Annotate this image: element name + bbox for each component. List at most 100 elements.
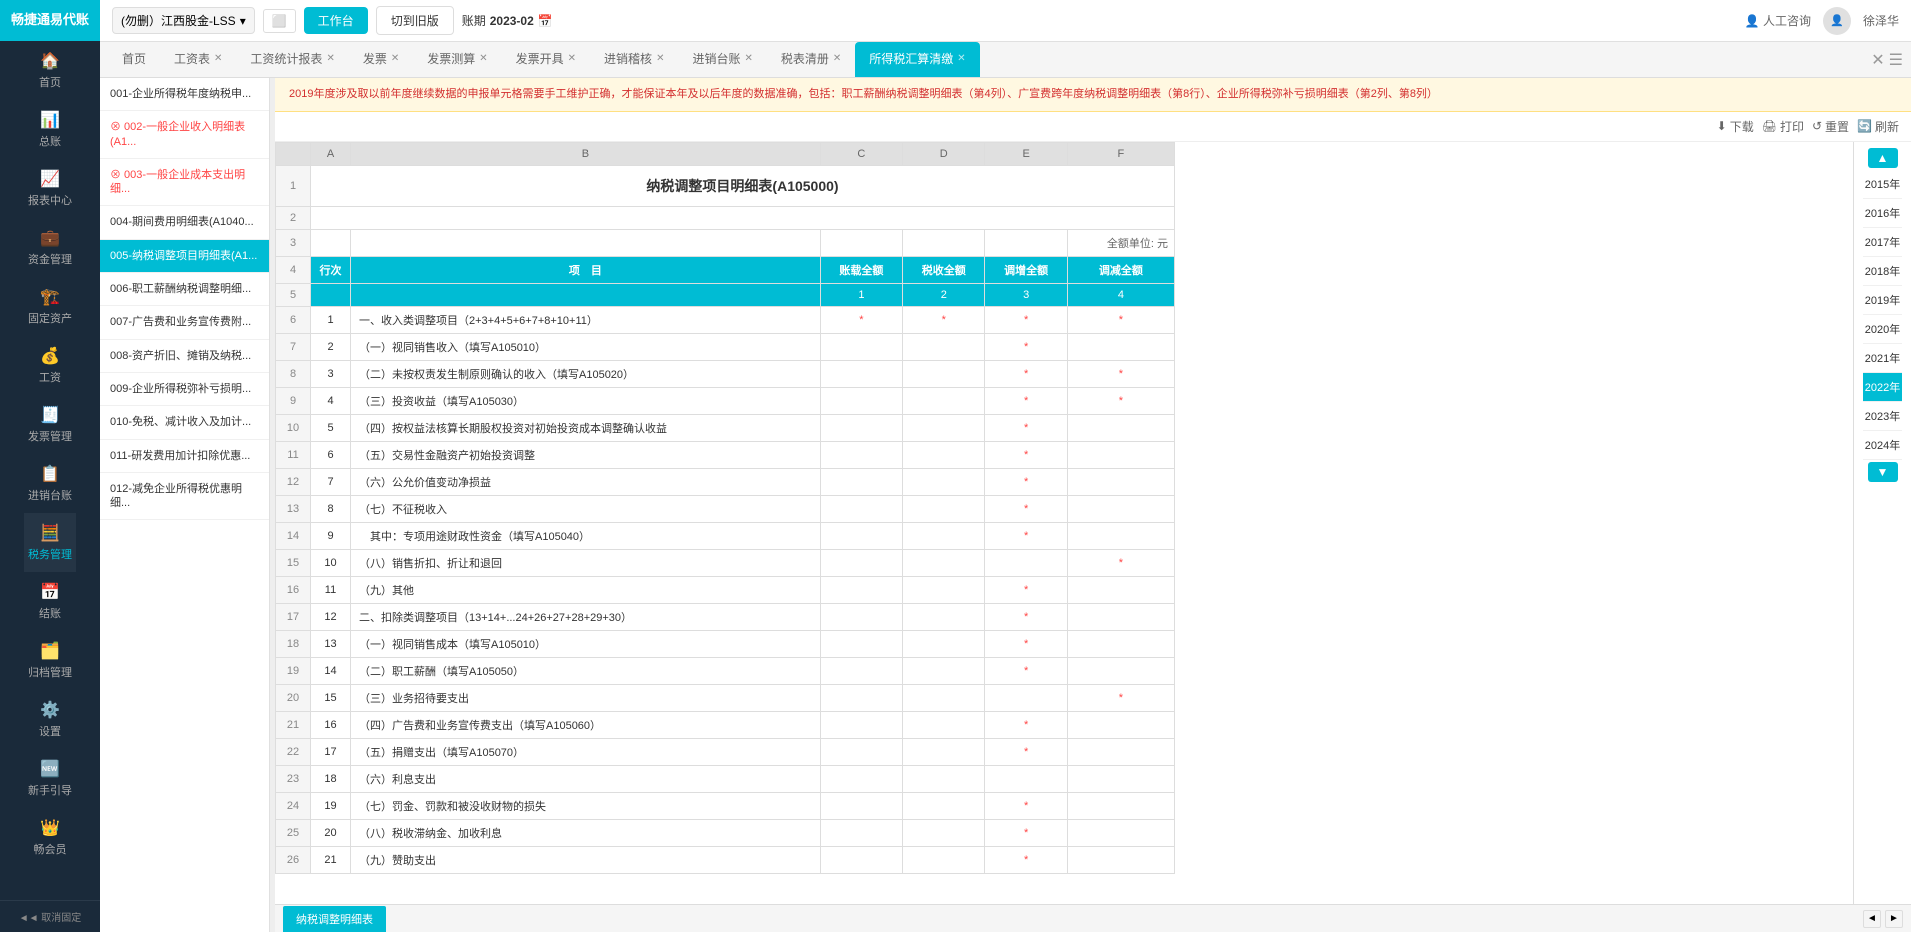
cell-12-1[interactable] — [820, 603, 902, 630]
sidebar-item-archive[interactable]: 🗂️归档管理 — [24, 631, 76, 690]
sidebar-item-salary[interactable]: 💰工资 — [24, 336, 76, 395]
calendar-icon[interactable]: 📅 — [538, 14, 553, 28]
cell-3-3[interactable]: * — [985, 360, 1067, 387]
tab-salary[interactable]: 工资表✕ — [160, 42, 236, 77]
cell-15-4[interactable]: * — [1067, 684, 1174, 711]
cell-11-3[interactable]: * — [985, 576, 1067, 603]
cell-14-3[interactable]: * — [985, 657, 1067, 684]
cell-13-3[interactable]: * — [985, 630, 1067, 657]
cell-8-1[interactable] — [820, 495, 902, 522]
more-tabs[interactable]: ☰ — [1889, 50, 1903, 70]
cell-10-1[interactable] — [820, 549, 902, 576]
cell-19-2[interactable] — [903, 792, 985, 819]
tab-home[interactable]: 首页 — [108, 42, 160, 77]
cell-20-2[interactable] — [903, 819, 985, 846]
cell-1-4[interactable]: * — [1067, 306, 1174, 333]
cell-16-1[interactable] — [820, 711, 902, 738]
back-btn[interactable]: 切到旧版 — [376, 6, 454, 35]
cell-2-4[interactable] — [1067, 333, 1174, 360]
year-item[interactable]: 2024年 — [1863, 431, 1902, 460]
cell-10-4[interactable]: * — [1067, 549, 1174, 576]
sidebar-item-home[interactable]: 🏠首页 — [24, 41, 76, 100]
cell-19-3[interactable]: * — [985, 792, 1067, 819]
tab-close[interactable]: ✕ — [744, 53, 752, 64]
year-item[interactable]: 2022年 — [1863, 373, 1902, 402]
tab-invoice-open[interactable]: 发票开具✕ — [502, 42, 590, 77]
tab-close[interactable]: ✕ — [568, 53, 576, 64]
cell-6-3[interactable]: * — [985, 441, 1067, 468]
cell-10-3[interactable] — [985, 549, 1067, 576]
cell-3-2[interactable] — [903, 360, 985, 387]
tab-input-ledger[interactable]: 进销台账✕ — [678, 42, 766, 77]
left-panel-010[interactable]: 010-免税、减计收入及加计... — [100, 406, 269, 439]
cell-5-4[interactable] — [1067, 414, 1174, 441]
cell-12-4[interactable] — [1067, 603, 1174, 630]
cell-9-1[interactable] — [820, 522, 902, 549]
cell-2-3[interactable]: * — [985, 333, 1067, 360]
sidebar-item-fixed[interactable]: 🏗️固定资产 — [24, 277, 76, 336]
cell-5-2[interactable] — [903, 414, 985, 441]
cell-17-3[interactable]: * — [985, 738, 1067, 765]
cell-18-4[interactable] — [1067, 765, 1174, 792]
tab-close[interactable]: ✕ — [391, 53, 399, 64]
cell-21-1[interactable] — [820, 846, 902, 873]
left-panel-005[interactable]: 005-纳税调整项目明细表(A1... — [100, 240, 269, 273]
year-nav-down[interactable]: ▼ — [1868, 462, 1898, 482]
sidebar-item-member[interactable]: 👑畅会员 — [24, 808, 76, 867]
cell-16-3[interactable]: * — [985, 711, 1067, 738]
cell-20-1[interactable] — [820, 819, 902, 846]
company-selector[interactable]: (勿删）江西股金-LSS ▾ — [112, 7, 255, 34]
reset-btn[interactable]: ↺ 重置 — [1812, 118, 1849, 135]
cell-2-1[interactable] — [820, 333, 902, 360]
cell-12-3[interactable]: * — [985, 603, 1067, 630]
cell-7-4[interactable] — [1067, 468, 1174, 495]
sidebar-item-invoice-mgmt[interactable]: 🧾发票管理 — [24, 395, 76, 454]
cell-9-4[interactable] — [1067, 522, 1174, 549]
cell-7-2[interactable] — [903, 468, 985, 495]
tab-close[interactable]: ✕ — [479, 53, 487, 64]
sheet-scroll-right[interactable]: ► — [1885, 910, 1903, 928]
sheet-scroll-left[interactable]: ◄ — [1863, 910, 1881, 928]
cell-21-4[interactable] — [1067, 846, 1174, 873]
left-panel-004[interactable]: 004-期间费用明细表(A1040... — [100, 206, 269, 239]
cell-6-1[interactable] — [820, 441, 902, 468]
cell-18-3[interactable] — [985, 765, 1067, 792]
sidebar-item-reports[interactable]: 📈报表中心 — [24, 159, 76, 218]
print-btn[interactable]: 🖨 打印 — [1762, 118, 1804, 135]
cell-6-4[interactable] — [1067, 441, 1174, 468]
cell-17-1[interactable] — [820, 738, 902, 765]
cell-8-2[interactable] — [903, 495, 985, 522]
sidebar-item-close[interactable]: 📅结账 — [24, 572, 76, 631]
left-panel-001[interactable]: 001-企业所得税年度纳税申... — [100, 78, 269, 111]
cell-11-1[interactable] — [820, 576, 902, 603]
cell-20-3[interactable]: * — [985, 819, 1067, 846]
tab-tax-clear[interactable]: 税表清册✕ — [767, 42, 855, 77]
cell-19-1[interactable] — [820, 792, 902, 819]
left-panel-007[interactable]: 007-广告费和业务宣传费附... — [100, 306, 269, 339]
tab-close[interactable]: ✕ — [833, 53, 841, 64]
cell-13-1[interactable] — [820, 630, 902, 657]
cell-21-3[interactable]: * — [985, 846, 1067, 873]
tab-invoice-calc[interactable]: 发票测算✕ — [413, 42, 501, 77]
left-panel-011[interactable]: 011-研发费用加计扣除优惠... — [100, 440, 269, 473]
cell-9-3[interactable]: * — [985, 522, 1067, 549]
year-item[interactable]: 2018年 — [1863, 257, 1902, 286]
cell-16-4[interactable] — [1067, 711, 1174, 738]
cell-15-1[interactable] — [820, 684, 902, 711]
tab-input-tax[interactable]: 进销稽核✕ — [590, 42, 678, 77]
sidebar-item-tax[interactable]: 🧮税务管理 — [24, 513, 76, 572]
cell-5-3[interactable]: * — [985, 414, 1067, 441]
left-panel-008[interactable]: 008-资产折旧、摊销及纳税... — [100, 340, 269, 373]
cell-7-3[interactable]: * — [985, 468, 1067, 495]
cell-11-2[interactable] — [903, 576, 985, 603]
cell-2-2[interactable] — [903, 333, 985, 360]
tab-income-tax[interactable]: 所得税汇算清缴✕ — [855, 42, 979, 77]
year-item[interactable]: 2023年 — [1863, 402, 1902, 431]
cell-14-2[interactable] — [903, 657, 985, 684]
cell-4-4[interactable]: * — [1067, 387, 1174, 414]
cell-20-4[interactable] — [1067, 819, 1174, 846]
cell-18-2[interactable] — [903, 765, 985, 792]
cell-3-1[interactable] — [820, 360, 902, 387]
sidebar-item-input-ledger2[interactable]: 📋进销台账 — [24, 454, 76, 513]
cell-4-1[interactable] — [820, 387, 902, 414]
